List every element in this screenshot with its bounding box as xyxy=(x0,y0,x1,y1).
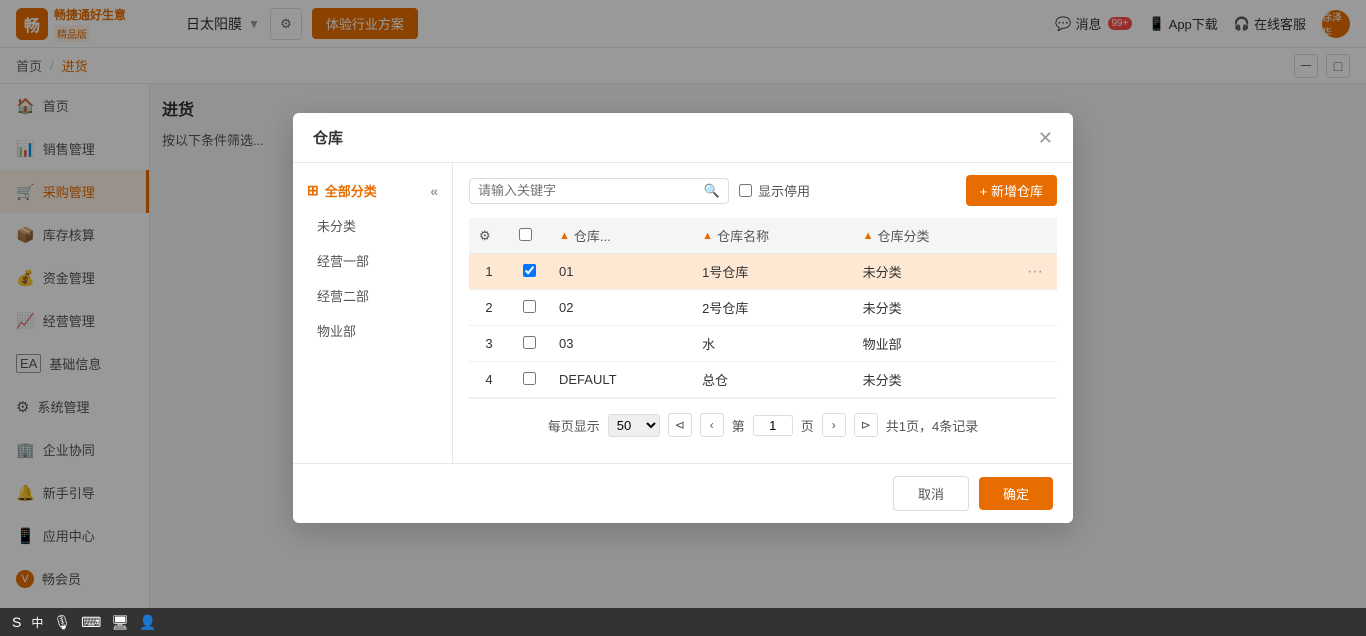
add-warehouse-button[interactable]: + 新增仓库 xyxy=(966,175,1057,206)
row-num: 3 xyxy=(469,326,509,362)
row-num: 4 xyxy=(469,362,509,398)
page-size-select[interactable]: 2050100 xyxy=(608,414,660,437)
row-checkbox-cell xyxy=(509,326,549,362)
sort-icon: ▲ xyxy=(559,230,570,242)
modal-main-area: 🔍 显示停用 + 新增仓库 ⚙ xyxy=(453,163,1073,463)
category-item-unclassified[interactable]: 未分类 xyxy=(293,208,452,243)
search-input[interactable] xyxy=(478,183,704,198)
row-name: 2号仓库 xyxy=(692,290,852,326)
bottom-icon-user: 👤 xyxy=(139,614,156,631)
total-info: 共1页，4条记录 xyxy=(886,416,978,435)
pagination: 每页显示 2050100 ⊲ ‹ 第 页 › ⊳ 共1页，4条记录 xyxy=(469,398,1057,451)
show-disabled-input[interactable] xyxy=(739,184,752,197)
category-sidebar: ⊞ 全部分类 « 未分类 经营一部 经营二部 物业部 xyxy=(293,163,453,463)
row-num: 1 xyxy=(469,254,509,290)
modal-footer: 取消 确定 xyxy=(293,463,1073,523)
th-name: ▲ 仓库名称 xyxy=(692,218,852,254)
th-actions xyxy=(1013,218,1057,254)
select-all-checkbox[interactable] xyxy=(519,228,532,241)
row-category: 未分类 xyxy=(853,254,1013,290)
row-actions xyxy=(1013,290,1057,326)
table-body: 1 01 1号仓库 未分类 ··· 2 02 2号仓库 未分类 3 03 水 物… xyxy=(469,254,1057,398)
th-category: ▲ 仓库分类 xyxy=(853,218,1013,254)
row-code: 01 xyxy=(549,254,692,290)
row-actions xyxy=(1013,326,1057,362)
th-checkbox xyxy=(509,218,549,254)
th-settings: ⚙ xyxy=(469,218,509,254)
page-number-input[interactable] xyxy=(753,415,793,436)
row-category: 物业部 xyxy=(853,326,1013,362)
collapse-button[interactable]: « xyxy=(430,183,438,199)
table-row[interactable]: 2 02 2号仓库 未分类 xyxy=(469,290,1057,326)
row-name: 总仓 xyxy=(692,362,852,398)
table-header: ⚙ ▲ 仓库... xyxy=(469,218,1057,254)
row-code: DEFAULT xyxy=(549,362,692,398)
row-checkbox-cell xyxy=(509,254,549,290)
cancel-button[interactable]: 取消 xyxy=(893,476,969,511)
table-row[interactable]: 4 DEFAULT 总仓 未分类 xyxy=(469,362,1057,398)
modal-toolbar: 🔍 显示停用 + 新增仓库 xyxy=(469,175,1057,206)
category-item-property[interactable]: 物业部 xyxy=(293,313,452,348)
row-code: 02 xyxy=(549,290,692,326)
settings-icon: ⚙ xyxy=(479,228,491,243)
row-checkbox[interactable] xyxy=(523,372,536,385)
row-name: 1号仓库 xyxy=(692,254,852,290)
bottom-icon-monitor: 🖥 xyxy=(111,614,129,631)
prev-page-button[interactable]: ‹ xyxy=(700,413,724,437)
row-checkbox[interactable] xyxy=(523,336,536,349)
warehouse-modal: 仓库 ✕ ⊞ 全部分类 « 未分类 经营一部 经营二部 物业部 xyxy=(293,113,1073,523)
warehouse-table: ⚙ ▲ 仓库... xyxy=(469,218,1057,398)
row-checkbox-cell xyxy=(509,290,549,326)
row-action-dots[interactable]: ··· xyxy=(1023,263,1047,280)
sort-icon-cat: ▲ xyxy=(863,230,874,242)
confirm-button[interactable]: 确定 xyxy=(979,477,1053,510)
row-checkbox[interactable] xyxy=(523,300,536,313)
bottom-icon-keyboard: ⌨ xyxy=(81,614,101,631)
bottom-icon-mic: 🎙 xyxy=(53,614,71,631)
category-item-dept2[interactable]: 经营二部 xyxy=(293,278,452,313)
row-num: 2 xyxy=(469,290,509,326)
modal-overlay: 仓库 ✕ ⊞ 全部分类 « 未分类 经营一部 经营二部 物业部 xyxy=(0,0,1366,636)
warehouse-table-container: ⚙ ▲ 仓库... xyxy=(469,218,1057,398)
next-page-button[interactable]: › xyxy=(822,413,846,437)
first-page-button[interactable]: ⊲ xyxy=(668,413,692,437)
row-checkbox-cell xyxy=(509,362,549,398)
table-row[interactable]: 1 01 1号仓库 未分类 ··· xyxy=(469,254,1057,290)
modal-header: 仓库 ✕ xyxy=(293,113,1073,163)
bottom-icon-1: S xyxy=(12,614,21,630)
all-categories-item[interactable]: ⊞ 全部分类 « xyxy=(293,173,452,208)
th-code: ▲ 仓库... xyxy=(549,218,692,254)
row-category: 未分类 xyxy=(853,362,1013,398)
sort-icon-name: ▲ xyxy=(702,230,713,242)
modal-close-button[interactable]: ✕ xyxy=(1038,129,1053,147)
modal-title: 仓库 xyxy=(313,127,343,148)
row-name: 水 xyxy=(692,326,852,362)
row-actions xyxy=(1013,362,1057,398)
modal-body: ⊞ 全部分类 « 未分类 经营一部 经营二部 物业部 🔍 xyxy=(293,163,1073,463)
search-box: 🔍 xyxy=(469,178,729,204)
last-page-button[interactable]: ⊳ xyxy=(854,413,878,437)
row-actions: ··· xyxy=(1013,254,1057,290)
row-checkbox[interactable] xyxy=(523,264,536,277)
bottom-bar: S 中 🎙 ⌨ 🖥 👤 xyxy=(0,608,1366,636)
row-category: 未分类 xyxy=(853,290,1013,326)
category-item-dept1[interactable]: 经营一部 xyxy=(293,243,452,278)
grid-icon: ⊞ xyxy=(307,182,319,199)
table-row[interactable]: 3 03 水 物业部 xyxy=(469,326,1057,362)
row-code: 03 xyxy=(549,326,692,362)
show-disabled-checkbox[interactable]: 显示停用 xyxy=(739,181,810,200)
search-icon[interactable]: 🔍 xyxy=(704,183,720,199)
